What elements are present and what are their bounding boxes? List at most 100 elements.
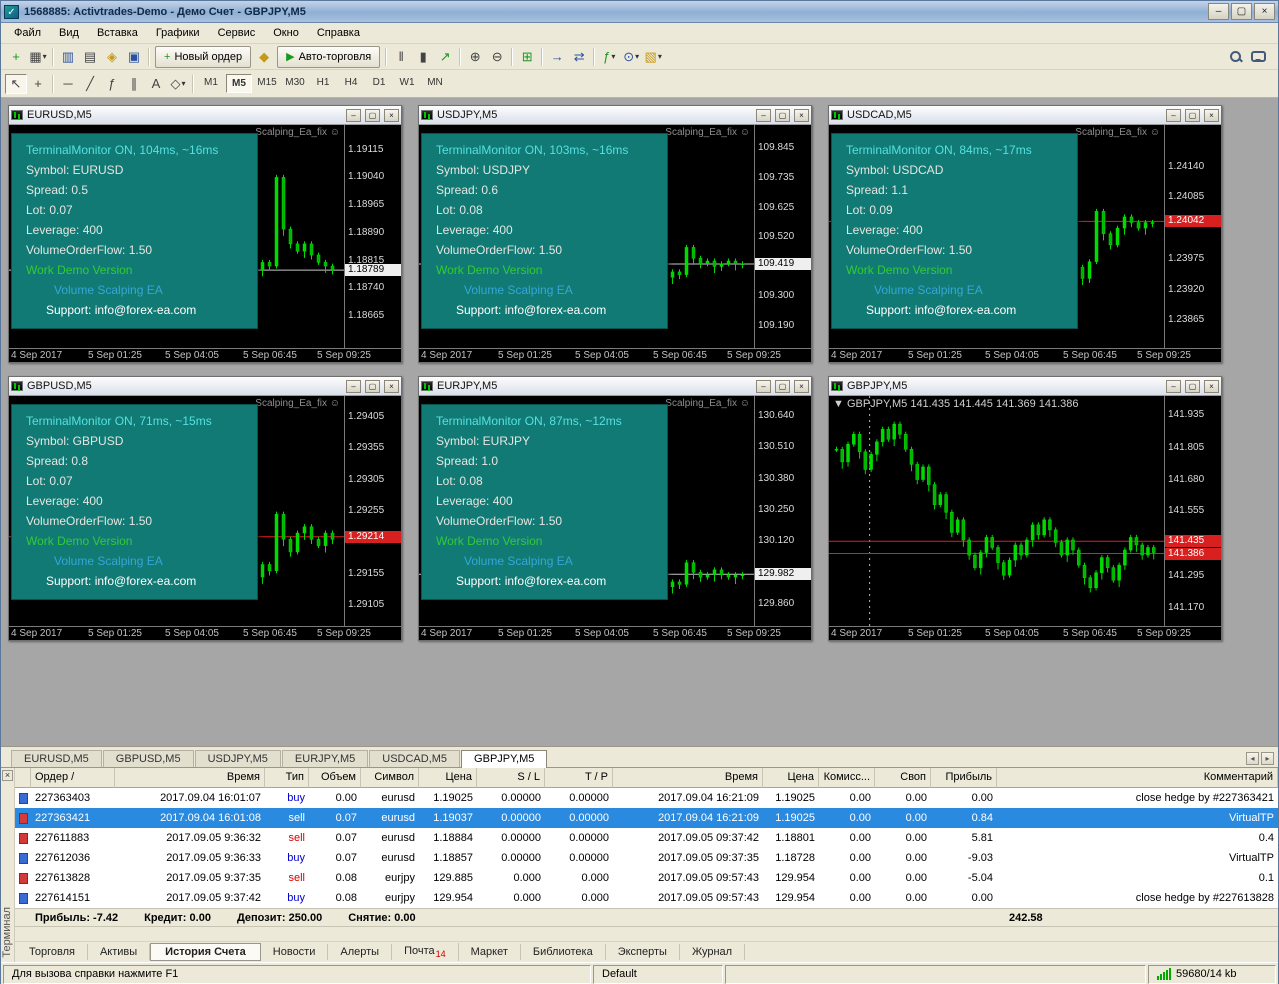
chart-window[interactable]: EURJPY,M5 – ▢ × Scalping_Ea_fix ☺ Termin… <box>418 376 812 641</box>
chart-shift-icon[interactable]: ⇄ <box>568 47 590 67</box>
chart-plot[interactable]: Scalping_Ea_fix ☺ TerminalMonitor ON, 10… <box>9 125 344 348</box>
chart-restore-button[interactable]: ▢ <box>365 379 380 393</box>
crosshair-tool-icon[interactable]: + <box>27 74 49 94</box>
new-chart-icon[interactable]: + <box>5 47 27 67</box>
chart-restore-button[interactable]: ▢ <box>1185 379 1200 393</box>
horizontal-line-icon[interactable]: ─ <box>57 74 79 94</box>
timeframe-m30[interactable]: M30 <box>282 74 308 93</box>
table-row[interactable]: 227363421 2017.09.04 16:01:08 sell 0.07 euru… <box>15 808 1278 828</box>
chart-minimize-button[interactable]: – <box>1166 379 1181 393</box>
periods-icon[interactable]: ⊙ ▾ <box>620 47 642 67</box>
trendline-icon[interactable]: ╱ <box>79 74 101 94</box>
column-swap[interactable]: Своп <box>875 768 931 788</box>
table-row[interactable]: 227363403 2017.09.04 16:01:07 buy 0.00 eurus… <box>15 788 1278 808</box>
chart-titlebar[interactable]: USDJPY,M5 – ▢ × <box>419 106 811 125</box>
chart-minimize-button[interactable]: – <box>1166 108 1181 122</box>
chart-window[interactable]: GBPJPY,M5 – ▢ × ▼ GBPJPY,M5 141.435 141.… <box>828 376 1222 641</box>
channel-icon[interactable]: ∥ <box>123 74 145 94</box>
column-comment[interactable]: Комментарий <box>997 768 1278 788</box>
column-tp[interactable]: T / P <box>545 768 613 788</box>
timeframe-mn[interactable]: MN <box>422 74 448 93</box>
column-sl[interactable]: S / L <box>477 768 545 788</box>
data-window-icon[interactable]: ▤ <box>79 47 101 67</box>
market-watch-icon[interactable]: ▥ <box>57 47 79 67</box>
menu-help[interactable]: Справка <box>308 25 369 41</box>
chart-window[interactable]: USDJPY,M5 – ▢ × Scalping_Ea_fix ☺ Termin… <box>418 105 812 363</box>
bar-chart-mode-icon[interactable]: ‖ <box>390 47 412 67</box>
indicators-icon[interactable]: ƒ ▾ <box>598 47 620 67</box>
column-volume[interactable]: Объем <box>309 768 361 788</box>
tab-scroll-right-icon[interactable]: ▸ <box>1261 751 1274 765</box>
tab-scroll-left-icon[interactable]: ◂ <box>1246 751 1259 765</box>
menu-charts[interactable]: Графики <box>147 25 209 41</box>
timeframe-d1[interactable]: D1 <box>366 74 392 93</box>
chart-close-button[interactable]: × <box>794 108 809 122</box>
table-row[interactable]: 227613828 2017.09.05 9:37:35 sell 0.08 eurjp… <box>15 868 1278 888</box>
tab-library[interactable]: Библиотека <box>521 944 606 960</box>
line-chart-mode-icon[interactable]: ↗ <box>434 47 456 67</box>
menu-window[interactable]: Окно <box>264 25 308 41</box>
tab-account-history[interactable]: История Счета <box>150 943 261 961</box>
close-button[interactable]: × <box>1254 3 1275 20</box>
chart-tab-usdjpy[interactable]: USDJPY,M5 <box>194 750 281 767</box>
tab-alerts[interactable]: Алерты <box>328 944 393 960</box>
zoom-out-icon[interactable]: ⊖ <box>486 47 508 67</box>
metaeditor-icon[interactable]: ◆ <box>253 47 275 67</box>
tab-market[interactable]: Маркет <box>459 944 521 960</box>
chart-close-button[interactable]: × <box>1204 379 1219 393</box>
chart-tab-gbpusd[interactable]: GBPUSD,M5 <box>102 750 194 767</box>
restore-button[interactable]: ▢ <box>1231 3 1252 20</box>
chart-plot[interactable]: Scalping_Ea_fix ☺ TerminalMonitor ON, 87… <box>419 396 754 626</box>
chart-close-button[interactable]: × <box>794 379 809 393</box>
tab-trade[interactable]: Торговля <box>17 944 88 960</box>
chart-window[interactable]: GBPUSD,M5 – ▢ × Scalping_Ea_fix ☺ Termin… <box>8 376 402 641</box>
timeframe-h4[interactable]: H4 <box>338 74 364 93</box>
menu-insert[interactable]: Вставка <box>88 25 147 41</box>
new-order-button[interactable]: + Новый ордер <box>155 45 252 68</box>
candlestick-mode-icon[interactable]: ▮ <box>412 47 434 67</box>
chart-minimize-button[interactable]: – <box>756 379 771 393</box>
chart-restore-button[interactable]: ▢ <box>1185 108 1200 122</box>
column-close-price[interactable]: Цена <box>763 768 819 788</box>
text-tool-icon[interactable]: A <box>145 74 167 94</box>
column-type[interactable]: Тип <box>265 768 309 788</box>
chart-restore-button[interactable]: ▢ <box>775 108 790 122</box>
table-row[interactable]: 227611883 2017.09.05 9:36:32 sell 0.07 eurus… <box>15 828 1278 848</box>
tab-news[interactable]: Новости <box>261 944 329 960</box>
column-close-time[interactable]: Время <box>613 768 763 788</box>
menu-file[interactable]: Файл <box>5 25 50 41</box>
timeframe-m5[interactable]: M5 <box>226 74 252 93</box>
profiles-icon[interactable]: ▦ ▾ <box>27 47 49 67</box>
column-order[interactable]: Ордер / <box>31 768 115 788</box>
status-profile[interactable]: Default <box>593 964 723 984</box>
chart-plot[interactable]: Scalping_Ea_fix ☺ TerminalMonitor ON, 71… <box>9 396 344 626</box>
minimize-button[interactable]: – <box>1208 3 1229 20</box>
chart-minimize-button[interactable]: – <box>756 108 771 122</box>
tab-experts[interactable]: Эксперты <box>606 944 680 960</box>
column-price[interactable]: Цена <box>419 768 477 788</box>
templates-icon[interactable]: ▧ ▾ <box>642 47 664 67</box>
chart-titlebar[interactable]: EURUSD,M5 – ▢ × <box>9 106 401 125</box>
menu-view[interactable]: Вид <box>50 25 88 41</box>
search-icon[interactable] <box>1229 50 1243 64</box>
chart-titlebar[interactable]: GBPJPY,M5 – ▢ × <box>829 377 1221 396</box>
tab-mailbox[interactable]: Почта14 <box>392 942 459 962</box>
chart-tab-usdcad[interactable]: USDCAD,M5 <box>369 750 461 767</box>
fibonacci-icon[interactable]: ƒ <box>101 74 123 94</box>
terminal-close-icon[interactable]: × <box>2 770 13 781</box>
column-symbol[interactable]: Символ <box>361 768 419 788</box>
chart-plot[interactable]: ▼ GBPJPY,M5 141.435 141.445 141.369 141.… <box>829 396 1164 626</box>
chart-titlebar[interactable]: GBPUSD,M5 – ▢ × <box>9 377 401 396</box>
cursor-tool-icon[interactable]: ↖ <box>5 73 27 94</box>
tile-windows-icon[interactable]: ⊞ <box>516 47 538 67</box>
chart-restore-button[interactable]: ▢ <box>365 108 380 122</box>
chart-minimize-button[interactable]: – <box>346 379 361 393</box>
auto-trading-button[interactable]: ▶ Авто-торговля <box>277 45 381 68</box>
chart-window[interactable]: USDCAD,M5 – ▢ × Scalping_Ea_fix ☺ Termin… <box>828 105 1222 363</box>
arrows-tool-icon[interactable]: ◇ ▾ <box>167 74 189 94</box>
chart-titlebar[interactable]: USDCAD,M5 – ▢ × <box>829 106 1221 125</box>
chart-plot[interactable]: Scalping_Ea_fix ☺ TerminalMonitor ON, 10… <box>419 125 754 348</box>
chat-icon[interactable] <box>1251 51 1266 62</box>
chart-tab-eurjpy[interactable]: EURJPY,M5 <box>281 750 369 767</box>
timeframe-m1[interactable]: M1 <box>198 74 224 93</box>
